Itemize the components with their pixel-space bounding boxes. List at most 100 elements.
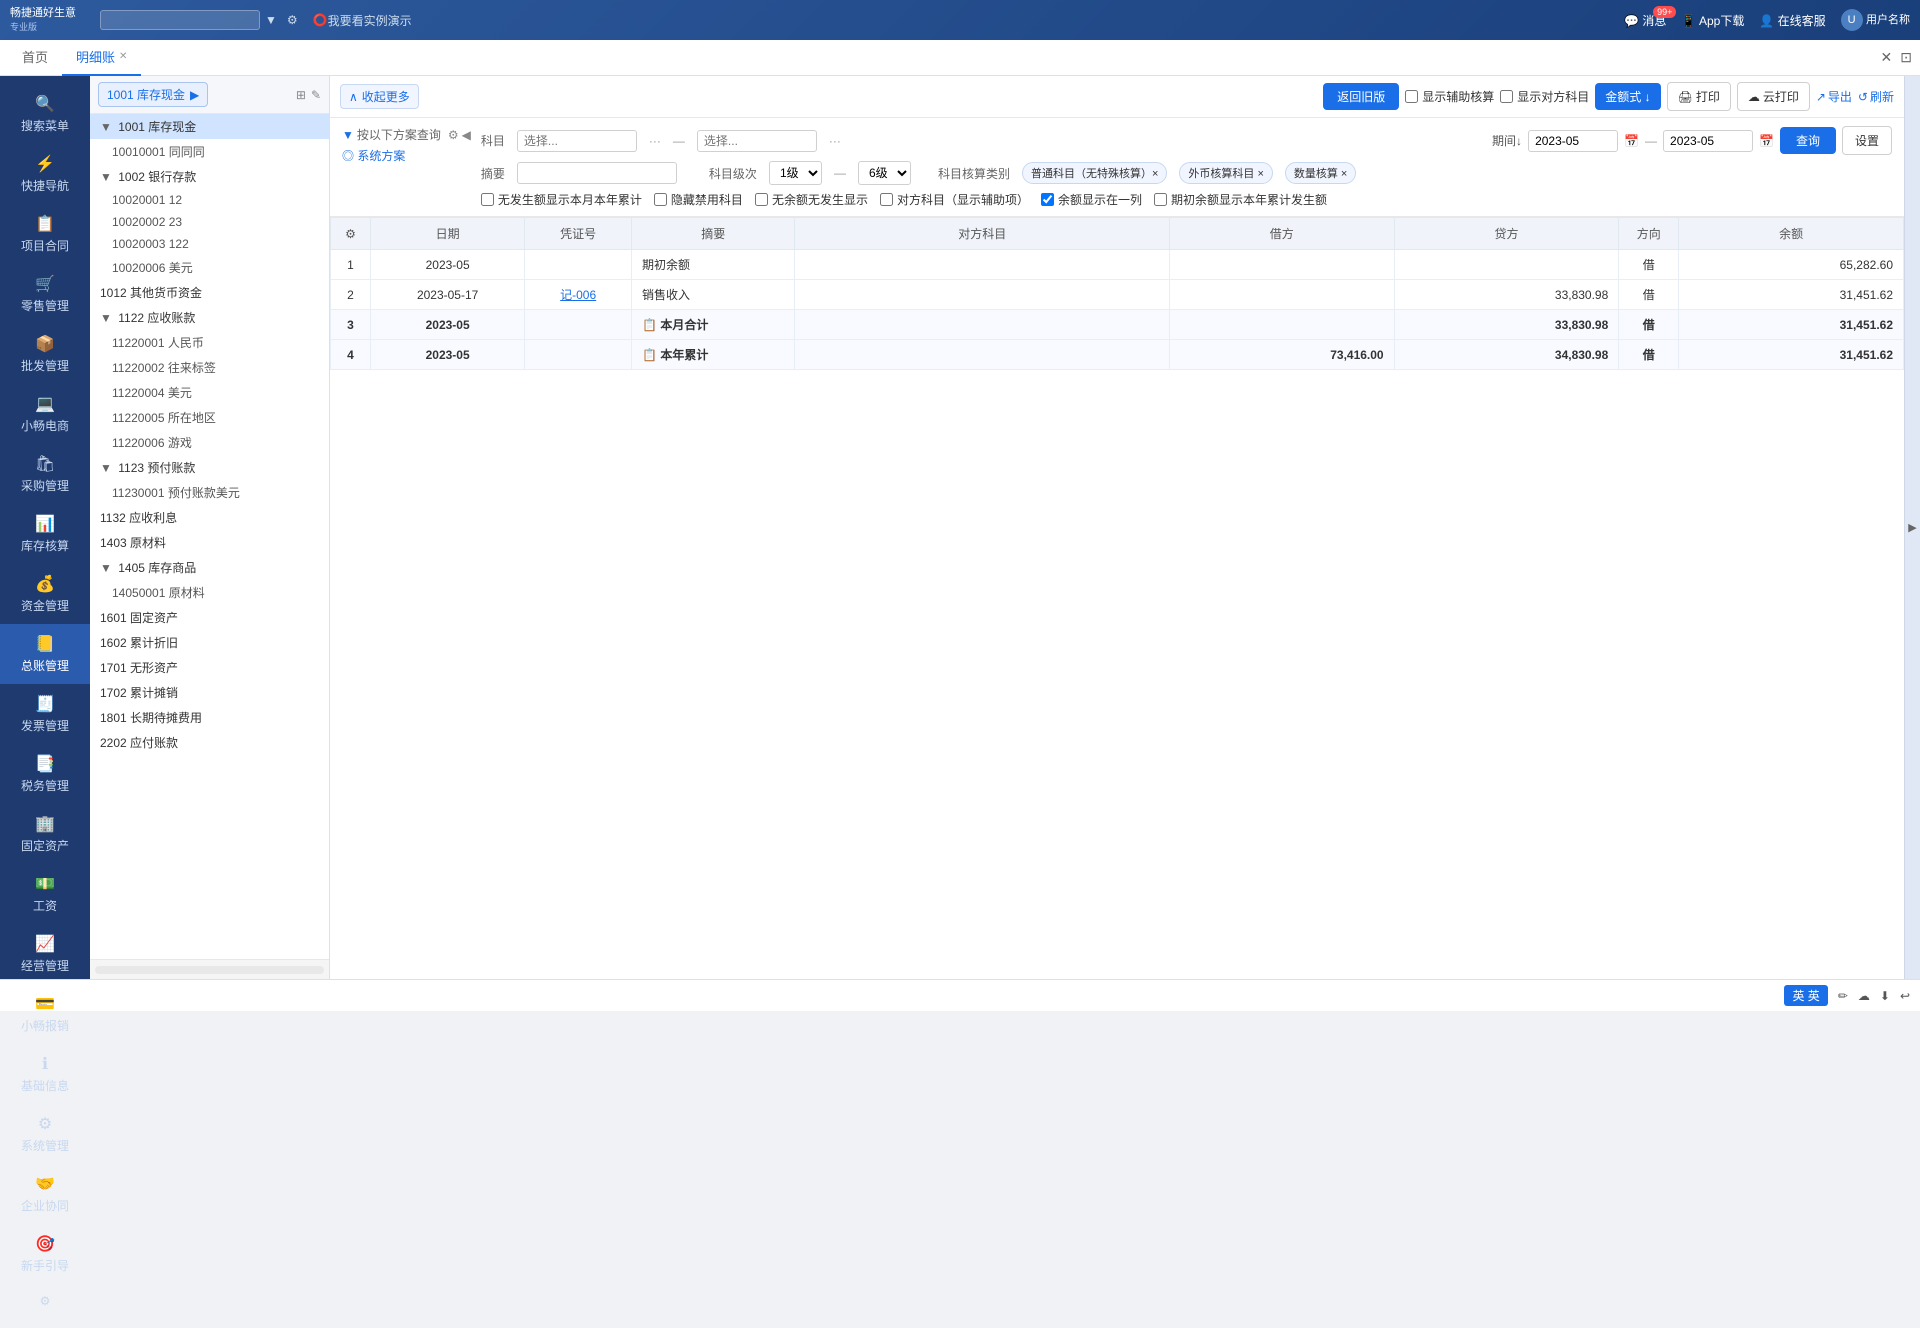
return-old-button[interactable]: 返回旧版: [1323, 83, 1399, 110]
bottom-action-3[interactable]: ⬇: [1880, 989, 1890, 1003]
sidebar-item-ledger[interactable]: 📒 总账管理: [0, 624, 90, 684]
export-button[interactable]: ↗ 导出: [1816, 88, 1852, 105]
tree-item-1405[interactable]: ▼ 1405 库存商品: [90, 555, 329, 580]
demo-link[interactable]: ⭕ 我要看实例演示: [313, 12, 412, 29]
tree-item-11220001[interactable]: 11220001 人民币: [90, 330, 329, 355]
tree-item-10010001[interactable]: 10010001 同同同: [90, 139, 329, 164]
sidebar-item-salary[interactable]: 💵 工资: [0, 864, 90, 924]
expand-more-button[interactable]: ∧ 收起更多: [340, 84, 419, 109]
period-cal-icon1[interactable]: 📅: [1624, 134, 1639, 148]
cb-hide-disabled[interactable]: 隐藏禁用科目: [654, 191, 743, 208]
sidebar-item-basic[interactable]: ℹ 基础信息: [0, 1044, 90, 1104]
tree-item-1001[interactable]: ▼ 1001 库存现金: [90, 114, 329, 139]
tree-item-10020006[interactable]: 10020006 美元: [90, 255, 329, 280]
sidebar-item-management[interactable]: 📈 经营管理: [0, 924, 90, 984]
tree-item-14050001[interactable]: 14050001 原材料: [90, 580, 329, 605]
panel-edit-icon[interactable]: ✎: [311, 88, 321, 102]
filter-config-icon[interactable]: ⚙: [448, 128, 459, 142]
sidebar-item-nav[interactable]: ⚡ 快捷导航: [0, 144, 90, 204]
tree-item-1701[interactable]: 1701 无形资产: [90, 655, 329, 680]
show-subject-checkbox[interactable]: 显示对方科目: [1500, 88, 1589, 105]
sidebar-item-inventory[interactable]: 📊 库存核算: [0, 504, 90, 564]
sidebar-item-search[interactable]: 🔍 搜索菜单: [0, 84, 90, 144]
query-button[interactable]: 查询: [1780, 127, 1836, 154]
tab-home[interactable]: 首页: [8, 39, 62, 76]
sidebar-item-tax[interactable]: 📑 税务管理: [0, 744, 90, 804]
sidebar-item-ecommerce[interactable]: 💻 小畅电商: [0, 384, 90, 444]
tree-item-10020003[interactable]: 10020003 122: [90, 233, 329, 255]
window-expand-icon[interactable]: ⊡: [1900, 49, 1912, 66]
user-menu[interactable]: U 用户名称: [1841, 9, 1910, 31]
sidebar-item-project[interactable]: 📋 项目合同: [0, 204, 90, 264]
tree-item-1702[interactable]: 1702 累计摊销: [90, 680, 329, 705]
sidebar-item-guide[interactable]: 🎯 新手引导: [0, 1224, 90, 1284]
filter-arrow-icon[interactable]: ◀: [462, 128, 471, 142]
settings-icon[interactable]: ⚙: [287, 13, 298, 27]
period-cal-icon2[interactable]: 📅: [1759, 134, 1774, 148]
subject-input[interactable]: [1500, 90, 1513, 103]
tree-item-11230001[interactable]: 11230001 预付账款美元: [90, 480, 329, 505]
check-input[interactable]: [1405, 90, 1418, 103]
tree-item-1602[interactable]: 1602 累计折旧: [90, 630, 329, 655]
sidebar-item-collab[interactable]: 🤝 企业协同: [0, 1164, 90, 1224]
cb-no-amount[interactable]: 无余额无发生显示: [755, 191, 868, 208]
cb-opening-cumulative[interactable]: 期初余额显示本年累计发生额: [1154, 191, 1327, 208]
tree-item-10020001[interactable]: 10020001 12: [90, 189, 329, 211]
level-start-select[interactable]: 1级2级3级: [769, 161, 822, 185]
tab-close-icon[interactable]: ✕: [119, 51, 127, 62]
tree-item-11220005[interactable]: 11220005 所在地区: [90, 405, 329, 430]
subject-end-field[interactable]: [697, 130, 817, 152]
table-settings-icon[interactable]: ⚙: [345, 227, 356, 241]
amount-format-button[interactable]: 金额式 ↓: [1595, 83, 1660, 110]
cb-balance-one-col[interactable]: 余额显示在一列: [1041, 191, 1142, 208]
tree-item-1801[interactable]: 1801 长期待摊费用: [90, 705, 329, 730]
cb-no-balance[interactable]: 无发生额显示本月本年累计: [481, 191, 642, 208]
sidebar-item-purchase[interactable]: 🛍 采购管理: [0, 444, 90, 504]
subject-input-field[interactable]: [517, 130, 637, 152]
message-button[interactable]: 💬 消息 99+: [1624, 12, 1666, 29]
show-check-checkbox[interactable]: 显示辅助核算: [1405, 88, 1494, 105]
tree-item-1403[interactable]: 1403 原材料: [90, 530, 329, 555]
sidebar-item-invoice[interactable]: 🧾 发票管理: [0, 684, 90, 744]
tree-item-1132[interactable]: 1132 应收利息: [90, 505, 329, 530]
selected-account-display[interactable]: 1001 库存现金 ▶: [98, 82, 208, 107]
summary-input[interactable]: [517, 162, 677, 184]
bottom-action-1[interactable]: ✏: [1838, 989, 1848, 1003]
voucher-link[interactable]: 记-006: [560, 288, 596, 302]
horizontal-scrollbar[interactable]: [95, 966, 324, 974]
tree-item-10020002[interactable]: 10020002 23: [90, 211, 329, 233]
tree-item-1122[interactable]: ▼ 1122 应收账款: [90, 305, 329, 330]
tree-item-11220002[interactable]: 11220002 往来标签: [90, 355, 329, 380]
sidebar-item-retail[interactable]: 🛒 零售管理: [0, 264, 90, 324]
window-close-icon[interactable]: ✕: [1881, 49, 1893, 66]
period-end-input[interactable]: [1663, 130, 1753, 152]
tree-item-1002[interactable]: ▼ 1002 银行存款: [90, 164, 329, 189]
panel-layout-icon[interactable]: ⊞: [296, 88, 306, 102]
cloud-print-button[interactable]: ☁ 云打印: [1737, 82, 1810, 111]
print-button[interactable]: 🖨 打印: [1667, 82, 1731, 111]
sidebar-item-assets[interactable]: 🏢 固定资产: [0, 804, 90, 864]
tree-item-1123[interactable]: ▼ 1123 预付账款: [90, 455, 329, 480]
tree-item-1601[interactable]: 1601 固定资产: [90, 605, 329, 630]
search-input[interactable]: [100, 10, 260, 30]
settings-button[interactable]: 设置: [1842, 126, 1892, 155]
cb-counterpart[interactable]: 对方科目（显示辅助项）: [880, 191, 1029, 208]
refresh-button[interactable]: ↺ 刷新: [1858, 88, 1894, 105]
scheme-item[interactable]: ◎ 系统方案: [342, 147, 471, 164]
search-dropdown-icon[interactable]: ▼: [265, 13, 277, 27]
tree-item-11220006[interactable]: 11220006 游戏: [90, 430, 329, 455]
tree-item-2202[interactable]: 2202 应付账款: [90, 730, 329, 755]
lang-switch-button[interactable]: 英 英: [1784, 985, 1827, 1006]
tree-item-1012[interactable]: 1012 其他货币资金: [90, 280, 329, 305]
tree-item-11220004[interactable]: 11220004 美元: [90, 380, 329, 405]
sidebar-item-wholesale[interactable]: 📦 批发管理: [0, 324, 90, 384]
sidebar-settings-button[interactable]: ⚙: [0, 1284, 90, 1318]
account-nav-icon[interactable]: ▶: [190, 88, 199, 102]
bottom-action-2[interactable]: ☁: [1858, 989, 1870, 1003]
level-end-select[interactable]: 6级5级4级: [858, 161, 911, 185]
sidebar-item-system[interactable]: ⚙ 系统管理: [0, 1104, 90, 1164]
online-service-button[interactable]: 👤 在线客服: [1759, 12, 1825, 29]
sidebar-item-expense[interactable]: 💳 小畅报销: [0, 984, 90, 1044]
bottom-action-4[interactable]: ↩: [1900, 989, 1910, 1003]
period-start-input[interactable]: [1528, 130, 1618, 152]
